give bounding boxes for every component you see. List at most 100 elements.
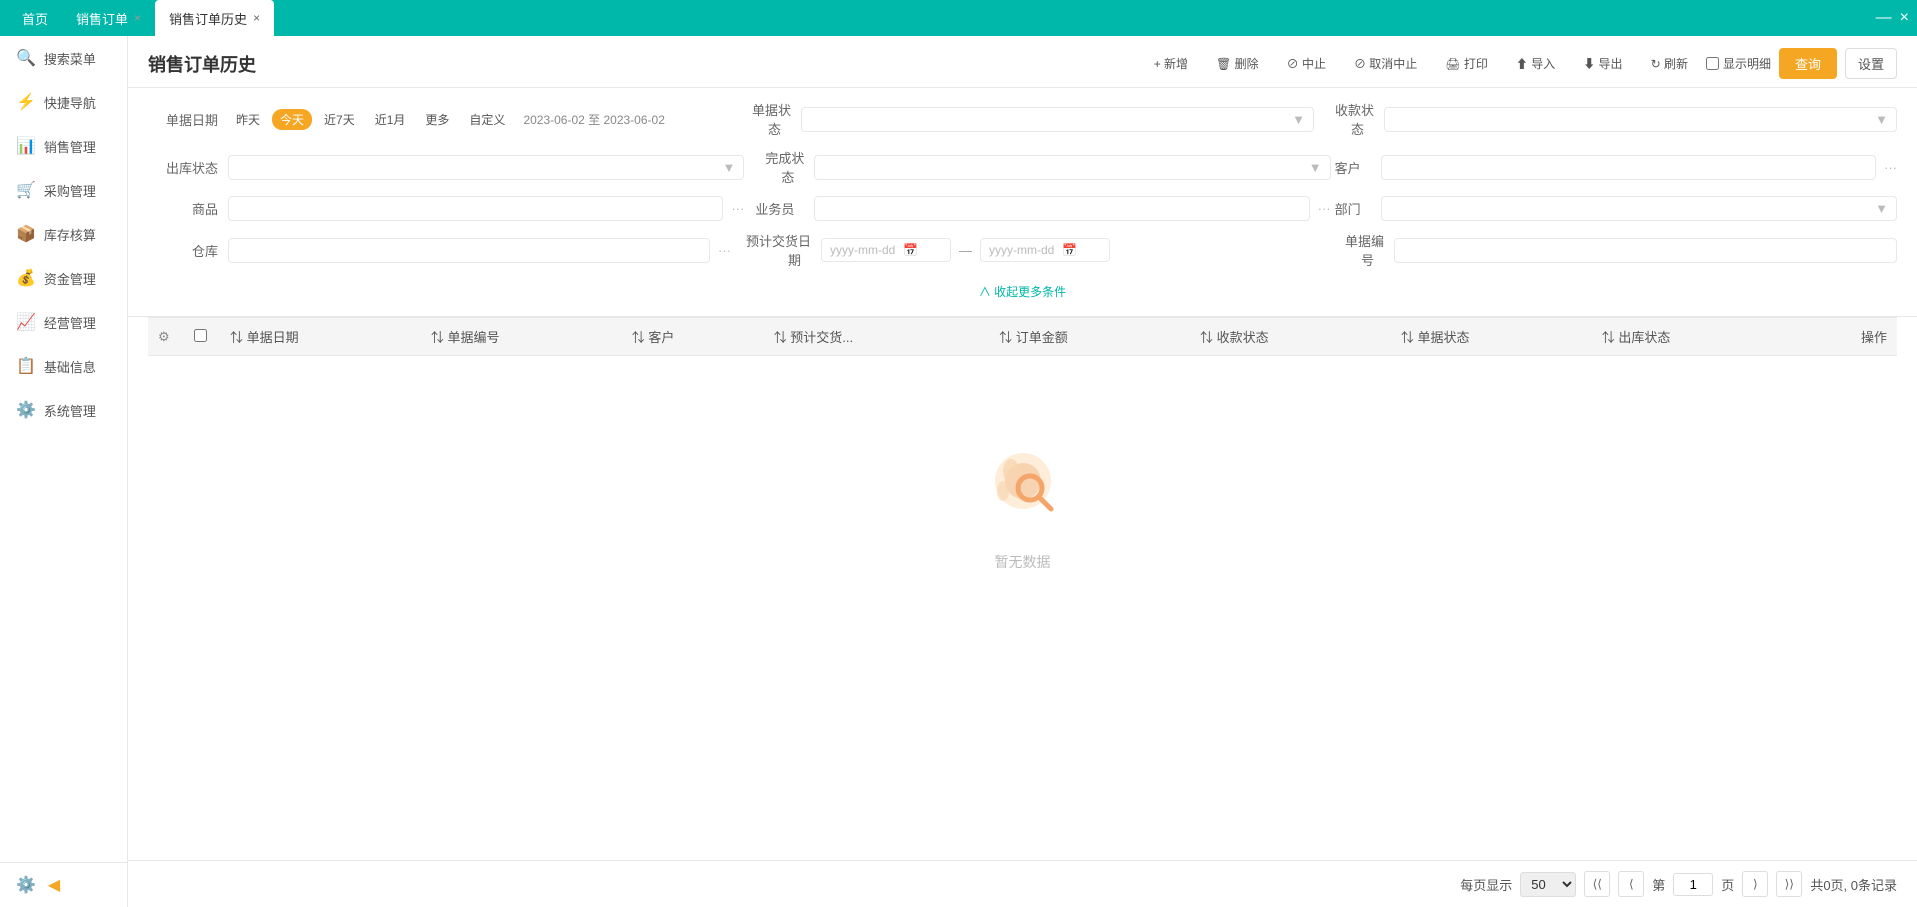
calendar-to-icon[interactable]: 📅 bbox=[1062, 243, 1077, 257]
goods-input[interactable] bbox=[228, 196, 723, 221]
show-detail-input[interactable] bbox=[1706, 57, 1719, 70]
dept-select[interactable]: ▼ bbox=[1381, 196, 1897, 221]
warehouse-input[interactable] bbox=[228, 238, 710, 263]
main-layout: 🔍 搜索菜单 ⚡ 快捷导航 📊 销售管理 🛒 采购管理 📦 库存核算 💰 资金管… bbox=[0, 36, 1917, 907]
collapse-label: 收起更多条件 bbox=[994, 285, 1066, 299]
tab-sales-order-history-close[interactable]: × bbox=[253, 11, 260, 25]
date-filter-value: 昨天 今天 近7天 近1月 更多 自定义 2023-06-02 至 2023-0… bbox=[228, 109, 741, 130]
th-out-status-label: ⇅ 出库状态 bbox=[1602, 327, 1671, 346]
stop-button[interactable]: ⊘ 中止 bbox=[1277, 50, 1336, 77]
delete-button[interactable]: 🗑 删除 bbox=[1206, 50, 1269, 77]
tab-sales-order-history-label: 销售订单历史 bbox=[169, 9, 247, 28]
sidebar-item-basic-info-label: 基础信息 bbox=[44, 357, 96, 376]
tab-sales-order[interactable]: 销售订单 × bbox=[62, 0, 155, 36]
sidebar-item-ops-mgmt[interactable]: 📈 经营管理 bbox=[0, 300, 127, 344]
show-detail-checkbox[interactable]: 显示明细 bbox=[1706, 55, 1771, 72]
out-status-select[interactable]: ▼ bbox=[228, 155, 744, 180]
collapse-bar[interactable]: ∧ 收起更多条件 bbox=[148, 279, 1897, 304]
refresh-button[interactable]: ↻ 刷新 bbox=[1641, 50, 1698, 77]
print-button[interactable]: 🖨 打印 bbox=[1435, 50, 1498, 77]
minimize-btn[interactable]: — bbox=[1876, 9, 1892, 27]
date-tag-today[interactable]: 今天 bbox=[272, 109, 312, 130]
filter-row-2: 出库状态 ▼ 完成状态 ▼ 客户 bbox=[148, 148, 1897, 186]
sidebar-item-purchase-mgmt[interactable]: 🛒 采购管理 bbox=[0, 168, 127, 212]
date-tag-yesterday[interactable]: 昨天 bbox=[228, 109, 268, 130]
close-btn[interactable]: × bbox=[1900, 9, 1909, 27]
last-page-btn[interactable]: ⟩⟩ bbox=[1776, 871, 1802, 897]
payment-status-chevron: ▼ bbox=[1875, 112, 1888, 127]
prev-page-btn[interactable]: ⟨ bbox=[1618, 871, 1644, 897]
sidebar-item-finance-label: 资金管理 bbox=[44, 269, 96, 288]
calendar-from-icon[interactable]: 📅 bbox=[903, 243, 918, 257]
page-title: 销售订单历史 bbox=[148, 51, 256, 77]
delivery-date-to[interactable]: yyyy-mm-dd 📅 bbox=[980, 238, 1110, 262]
order-status-chevron: ▼ bbox=[1292, 112, 1305, 127]
goods-ellipsis[interactable]: ··· bbox=[731, 201, 744, 216]
sys-mgmt-icon: ⚙️ bbox=[16, 400, 36, 420]
sidebar-item-search-menu-label: 搜索菜单 bbox=[44, 49, 96, 68]
settings-button[interactable]: 设置 bbox=[1845, 48, 1897, 79]
empty-state: 暂无数据 bbox=[148, 356, 1897, 652]
warehouse-label: 仓库 bbox=[148, 241, 228, 260]
date-tag-more[interactable]: 更多 bbox=[417, 109, 457, 130]
sidebar-item-finance[interactable]: 💰 资金管理 bbox=[0, 256, 127, 300]
complete-status-select[interactable]: ▼ bbox=[814, 155, 1330, 180]
complete-status-label: 完成状态 bbox=[765, 151, 804, 185]
th-settings: ⚙ bbox=[148, 318, 184, 356]
tab-sales-order-history[interactable]: 销售订单历史 × bbox=[155, 0, 274, 36]
sidebar-item-sys-mgmt[interactable]: ⚙️ 系统管理 bbox=[0, 388, 127, 432]
th-amount-label: ⇅ 订单金额 bbox=[999, 327, 1068, 346]
date-tag-1month[interactable]: 近1月 bbox=[367, 109, 414, 130]
next-page-btn[interactable]: ⟩ bbox=[1742, 871, 1768, 897]
date-tag-7days[interactable]: 近7天 bbox=[316, 109, 363, 130]
sidebar-item-inventory[interactable]: 📦 库存核算 bbox=[0, 212, 127, 256]
th-customer: ⇅ 客户 bbox=[622, 318, 764, 356]
quick-nav-icon: ⚡ bbox=[16, 92, 36, 112]
complete-status-chevron: ▼ bbox=[1309, 160, 1322, 175]
per-page-select[interactable]: 50 10 20 100 bbox=[1520, 872, 1576, 897]
delivery-date-from[interactable]: yyyy-mm-dd 📅 bbox=[821, 238, 951, 262]
sidebar-item-quick-nav[interactable]: ⚡ 快捷导航 bbox=[0, 80, 127, 124]
sidebar-item-basic-info[interactable]: 📋 基础信息 bbox=[0, 344, 127, 388]
first-page-btn[interactable]: ⟨⟨ bbox=[1584, 871, 1610, 897]
sidebar-item-sales-mgmt[interactable]: 📊 销售管理 bbox=[0, 124, 127, 168]
window-controls: — × bbox=[1876, 9, 1909, 27]
select-all-checkbox[interactable] bbox=[194, 329, 207, 342]
payment-status-label: 收款状态 bbox=[1335, 103, 1374, 137]
th-checkbox bbox=[184, 318, 220, 356]
order-status-select[interactable]: ▼ bbox=[801, 107, 1314, 132]
cancel-stop-button[interactable]: ⊘ 取消中止 bbox=[1344, 50, 1427, 77]
salesperson-input[interactable] bbox=[814, 196, 1309, 221]
order-no-input[interactable] bbox=[1394, 238, 1897, 263]
content-area: 销售订单历史 + 新增 🗑 删除 ⊘ 中止 ⊘ 取消中止 🖨 打印 ⬆ 导入 ⬇… bbox=[128, 36, 1917, 907]
page-label: 第 bbox=[1652, 875, 1665, 894]
table-settings-icon[interactable]: ⚙ bbox=[158, 329, 170, 344]
tab-home[interactable]: 首页 bbox=[8, 0, 62, 36]
new-button[interactable]: + 新增 bbox=[1144, 50, 1198, 77]
page-input[interactable] bbox=[1673, 873, 1713, 896]
total-label: 共0页, 0条记录 bbox=[1810, 875, 1897, 894]
date-tags: 昨天 今天 近7天 近1月 更多 自定义 bbox=[228, 109, 513, 130]
th-number: ⇅ 单据编号 bbox=[421, 318, 622, 356]
customer-input[interactable] bbox=[1381, 155, 1876, 180]
collapse-icon: ∧ bbox=[979, 285, 994, 299]
query-button[interactable]: 查询 bbox=[1779, 48, 1837, 79]
date-tag-custom[interactable]: 自定义 bbox=[461, 109, 513, 130]
th-delivery: ⇅ 预计交货... bbox=[764, 318, 989, 356]
payment-status-select[interactable]: ▼ bbox=[1384, 107, 1897, 132]
customer-ellipsis[interactable]: ··· bbox=[1884, 160, 1897, 175]
th-order-status-label: ⇅ 单据状态 bbox=[1401, 327, 1470, 346]
table-header: ⚙ ⇅ 单据日期 ⇅ 单据编号 ⇅ 客户 bbox=[148, 318, 1897, 356]
sidebar: 🔍 搜索菜单 ⚡ 快捷导航 📊 销售管理 🛒 采购管理 📦 库存核算 💰 资金管… bbox=[0, 36, 128, 907]
tab-sales-order-close[interactable]: × bbox=[134, 11, 141, 25]
sidebar-collapse-icon[interactable]: ◀ bbox=[48, 875, 60, 895]
sidebar-item-search-menu[interactable]: 🔍 搜索菜单 bbox=[0, 36, 127, 80]
salesperson-ellipsis[interactable]: ··· bbox=[1318, 201, 1331, 216]
sidebar-item-inventory-label: 库存核算 bbox=[44, 225, 96, 244]
export-button[interactable]: ⬇ 导出 bbox=[1573, 50, 1632, 77]
filter-row-4: 仓库 ··· 预计交货日期 yyyy-mm-dd 📅 — yyyy-mm-dd bbox=[148, 231, 1897, 269]
sidebar-settings-icon[interactable]: ⚙️ bbox=[16, 875, 36, 895]
warehouse-ellipsis[interactable]: ··· bbox=[718, 243, 731, 258]
import-button[interactable]: ⬆ 导入 bbox=[1506, 50, 1565, 77]
th-order-status: ⇅ 单据状态 bbox=[1391, 318, 1592, 356]
